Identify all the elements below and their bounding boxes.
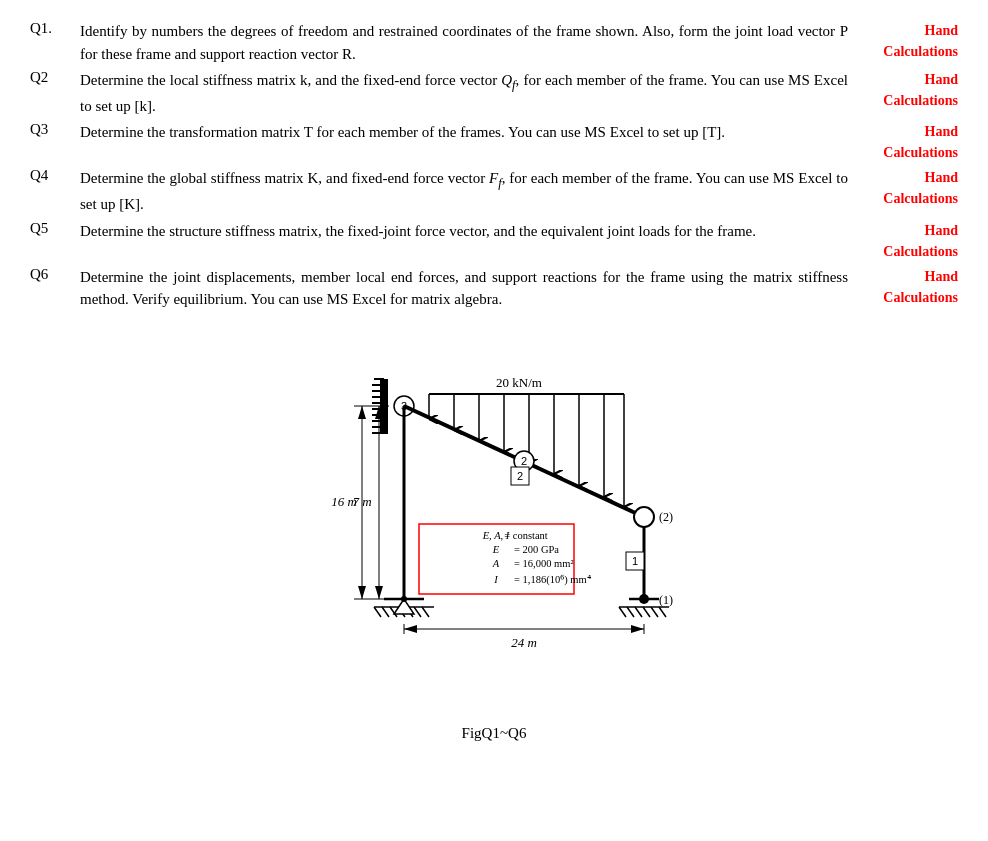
svg-text:I: I bbox=[493, 574, 498, 585]
svg-text:1: 1 bbox=[632, 555, 638, 567]
q3-label: HandCalculations bbox=[848, 121, 958, 163]
svg-text:2: 2 bbox=[517, 470, 523, 482]
svg-marker-72 bbox=[631, 625, 644, 633]
question-row-q1: Q1. Identify by numbers the degrees of f… bbox=[30, 20, 958, 65]
q1-body: Identify by numbers the degrees of freed… bbox=[80, 20, 848, 65]
svg-marker-18 bbox=[375, 586, 383, 599]
svg-line-45 bbox=[627, 607, 634, 617]
question-row-q6: Q6 Determine the joint displacements, me… bbox=[30, 266, 958, 311]
svg-text:(2): (2) bbox=[659, 510, 673, 524]
question-row-q5: Q5 Determine the structure stiffness mat… bbox=[30, 220, 958, 262]
svg-text:16 m: 16 m bbox=[331, 494, 357, 509]
svg-point-34 bbox=[634, 507, 654, 527]
q3-number: Q3 bbox=[30, 121, 80, 138]
svg-line-44 bbox=[619, 607, 626, 617]
q1-number: Q1. bbox=[30, 20, 80, 37]
q1-label: HandCalculations bbox=[848, 20, 958, 62]
svg-line-59 bbox=[422, 607, 429, 617]
q4-label: HandCalculations bbox=[848, 167, 958, 209]
svg-line-54 bbox=[382, 607, 389, 617]
q2-body: Determine the local stiffness matrix k, … bbox=[80, 69, 848, 117]
svg-text:2: 2 bbox=[521, 455, 527, 467]
q5-label: HandCalculations bbox=[848, 220, 958, 262]
svg-text:(1): (1) bbox=[659, 593, 673, 607]
svg-text:= 200 GPa: = 200 GPa bbox=[514, 544, 559, 555]
svg-marker-66 bbox=[358, 586, 366, 599]
svg-line-48 bbox=[651, 607, 658, 617]
q3-body: Determine the transformation matrix T fo… bbox=[80, 121, 848, 144]
q5-number: Q5 bbox=[30, 220, 80, 237]
svg-text:= 16,000 mm²: = 16,000 mm² bbox=[514, 558, 574, 569]
questions-section: Q1. Identify by numbers the degrees of f… bbox=[30, 20, 958, 315]
svg-line-53 bbox=[374, 607, 381, 617]
svg-point-50 bbox=[639, 594, 649, 604]
figure-svg: 3 7 m bbox=[254, 339, 734, 719]
q4-body: Determine the global stiffness matrix K,… bbox=[80, 167, 848, 215]
svg-text:E: E bbox=[492, 544, 500, 555]
figure-section: 3 7 m bbox=[30, 339, 958, 742]
figure-container: 3 7 m bbox=[254, 339, 734, 719]
q2-label: HandCalculations bbox=[848, 69, 958, 111]
svg-line-49 bbox=[659, 607, 666, 617]
q4-number: Q4 bbox=[30, 167, 80, 184]
svg-text:= 1,186(10⁶) mm⁴: = 1,186(10⁶) mm⁴ bbox=[514, 574, 592, 586]
svg-line-58 bbox=[414, 607, 421, 617]
svg-text:A: A bbox=[492, 558, 500, 569]
svg-text:24 m: 24 m bbox=[511, 635, 537, 650]
question-row-q3: Q3 Determine the transformation matrix T… bbox=[30, 121, 958, 163]
svg-text:= constant: = constant bbox=[504, 530, 548, 541]
figure-caption: FigQ1~Q6 bbox=[462, 725, 527, 742]
svg-point-61 bbox=[401, 596, 407, 602]
q2-number: Q2 bbox=[30, 69, 80, 86]
q6-body: Determine the joint displacements, membe… bbox=[80, 266, 848, 311]
svg-line-47 bbox=[643, 607, 650, 617]
question-row-q4: Q4 Determine the global stiffness matrix… bbox=[30, 167, 958, 215]
q6-number: Q6 bbox=[30, 266, 80, 283]
q5-body: Determine the structure stiffness matrix… bbox=[80, 220, 848, 243]
svg-text:20 kN/m: 20 kN/m bbox=[496, 375, 542, 390]
svg-line-46 bbox=[635, 607, 642, 617]
svg-marker-71 bbox=[404, 625, 417, 633]
question-row-q2: Q2 Determine the local stiffness matrix … bbox=[30, 69, 958, 117]
q6-label: HandCalculations bbox=[848, 266, 958, 308]
svg-marker-65 bbox=[358, 406, 366, 419]
